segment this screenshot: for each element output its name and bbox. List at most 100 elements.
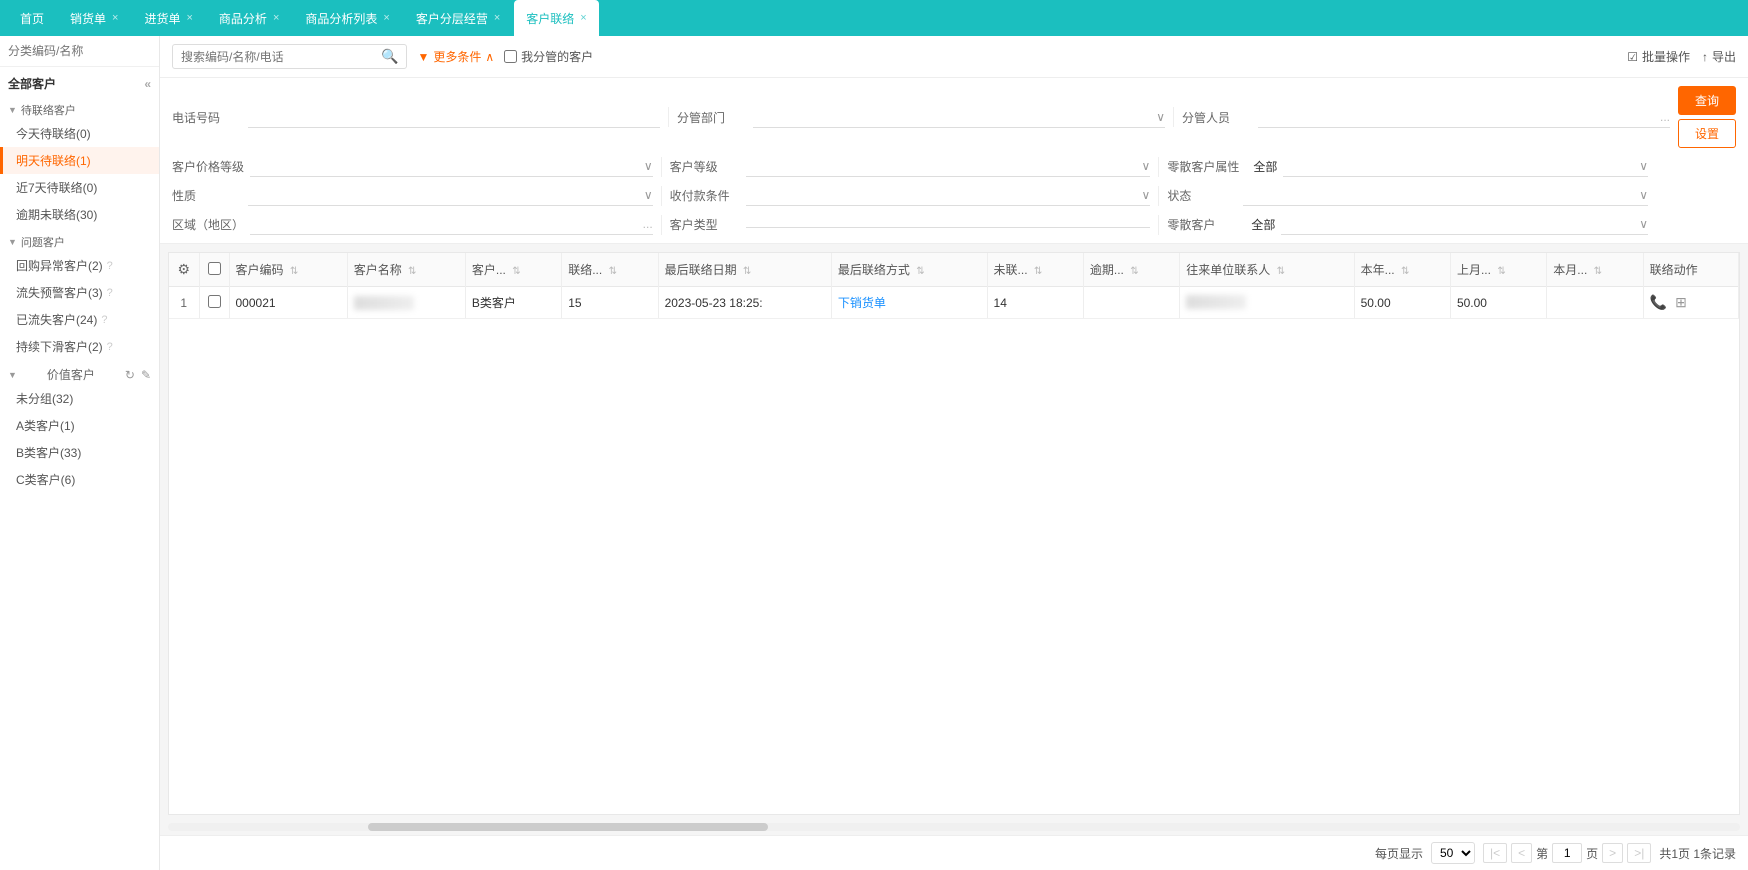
filter-retail-customer-select[interactable]: ∨ xyxy=(1281,214,1648,235)
collapse-icon[interactable]: « xyxy=(144,77,151,91)
edit-icon[interactable]: ✎ xyxy=(141,368,151,382)
search-input-wrap: 🔍 xyxy=(172,44,407,69)
sort-icon[interactable]: ⇅ xyxy=(1130,266,1138,277)
close-icon[interactable]: × xyxy=(112,12,118,24)
set-button[interactable]: 设置 xyxy=(1678,119,1736,148)
sidebar-item-repurchase-abnormal[interactable]: 回购异常客户(2) ? xyxy=(0,252,159,279)
filter-customer-type-select[interactable] xyxy=(746,221,1151,228)
close-icon[interactable]: × xyxy=(273,12,279,24)
page-nav: |< < 第 页 > >| xyxy=(1483,843,1651,863)
my-customer-checkbox-area: 我分管的客户 xyxy=(504,48,593,65)
th-overdue: 逾期... ⇅ xyxy=(1083,253,1179,287)
close-icon[interactable]: × xyxy=(580,12,586,24)
sidebar-item-ungrouped[interactable]: 未分组(32) xyxy=(0,385,159,412)
table-area: ⚙ 客户编码 ⇅ 客户名称 ⇅ xyxy=(168,252,1740,815)
filter-retail-attr-select[interactable]: ∨ xyxy=(1283,156,1648,177)
group-problem-customers: 问题客户 xyxy=(0,228,159,252)
table-body: 1 000021 Ea B类客户 15 2023-05-23 18:25: 下销… xyxy=(169,287,1739,319)
sort-icon[interactable]: ⇅ xyxy=(408,266,416,277)
query-button[interactable]: 查询 xyxy=(1678,86,1736,115)
prev-page-button[interactable]: < xyxy=(1511,843,1532,863)
close-icon[interactable]: × xyxy=(186,12,192,24)
search-input[interactable] xyxy=(181,50,381,64)
nav-product-analysis[interactable]: 商品分析 × xyxy=(207,0,291,36)
chevron-down-icon: ∨ xyxy=(1639,159,1648,173)
close-icon[interactable]: × xyxy=(494,12,500,24)
sort-icon[interactable]: ⇅ xyxy=(609,266,617,277)
sidebar-item-declining[interactable]: 持续下滑客户(2) ? xyxy=(0,333,159,360)
sidebar-item-overdue-contact[interactable]: 逾期未联络(30) xyxy=(0,201,159,228)
sort-icon[interactable]: ⇅ xyxy=(743,266,751,277)
th-customer-name: 客户名称 ⇅ xyxy=(347,253,465,287)
select-all-checkbox[interactable] xyxy=(208,262,221,275)
sort-icon[interactable]: ⇅ xyxy=(916,266,924,277)
nav-purchase-order[interactable]: 进货单 × xyxy=(132,0,204,36)
row-customer-name: Ea xyxy=(347,287,465,319)
grid-action-icon[interactable]: ⊞ xyxy=(1675,294,1687,311)
phone-action-icon[interactable]: 📞 xyxy=(1650,294,1667,311)
filter-phone-input[interactable] xyxy=(248,107,660,128)
row-contact-count: 15 xyxy=(562,287,658,319)
sidebar-item-class-b[interactable]: B类客户(33) xyxy=(0,439,159,466)
nav-product-analysis-list[interactable]: 商品分析列表 × xyxy=(293,0,401,36)
filter-dept-select[interactable]: ∨ xyxy=(753,107,1165,128)
more-filter-button[interactable]: ▼ 更多条件 ∧ xyxy=(417,48,494,65)
filter-customer-grade-select[interactable]: ∨ xyxy=(746,156,1151,177)
filter-price-grade-select[interactable]: ∨ xyxy=(250,156,653,177)
row-customer-type: B类客户 xyxy=(465,287,561,319)
table-row: 1 000021 Ea B类客户 15 2023-05-23 18:25: 下销… xyxy=(169,287,1739,319)
first-page-button[interactable]: |< xyxy=(1483,843,1507,863)
row-overdue xyxy=(1083,287,1179,319)
nav-customer-tier[interactable]: 客户分层经营 × xyxy=(404,0,512,36)
sidebar-search-input[interactable] xyxy=(8,44,160,58)
my-customer-checkbox[interactable] xyxy=(504,50,517,63)
filter-buttons: 查询 设置 xyxy=(1678,86,1736,148)
sidebar-item-class-c[interactable]: C类客户(6) xyxy=(0,466,159,493)
filter-person-select[interactable]: ... xyxy=(1258,107,1670,128)
scrollbar-thumb[interactable] xyxy=(368,823,768,831)
sort-icon[interactable]: ⇅ xyxy=(1277,266,1285,277)
last-contact-method-link[interactable]: 下销货单 xyxy=(838,296,886,310)
sort-icon[interactable]: ⇅ xyxy=(512,266,520,277)
settings-icon[interactable]: ⚙ xyxy=(177,261,190,277)
search-icon[interactable]: 🔍 xyxy=(381,48,398,65)
refresh-icon[interactable]: ↻ xyxy=(125,368,135,382)
sidebar-item-churned[interactable]: 已流失客户(24) ? xyxy=(0,306,159,333)
customer-name-blurred: Ea xyxy=(354,296,414,310)
main-layout: 🔍 全部客户 « 待联络客户 今天待联络(0) 明天待联络(1) 近7天待联络(… xyxy=(0,36,1748,870)
row-checkbox[interactable] xyxy=(208,295,221,308)
group-pending-contact: 待联络客户 xyxy=(0,96,159,120)
horizontal-scrollbar[interactable] xyxy=(168,823,1740,831)
sidebar-item-7days-contact[interactable]: 近7天待联络(0) xyxy=(0,174,159,201)
sort-icon[interactable]: ⇅ xyxy=(290,266,298,277)
row-last-contact-method: 下销货单 xyxy=(831,287,987,319)
nav-customer-contact[interactable]: 客户联络 × xyxy=(514,0,598,36)
batch-op-button[interactable]: ☑ 批量操作 xyxy=(1627,48,1690,65)
export-button[interactable]: ↑ 导出 xyxy=(1702,48,1736,65)
footer-right: 每页显示 50 |< < 第 页 > >| 共1页 1条记录 xyxy=(1375,842,1736,864)
th-uncontacted: 未联... ⇅ xyxy=(987,253,1083,287)
sidebar-item-churn-warning[interactable]: 流失预警客户(3) ? xyxy=(0,279,159,306)
help-icon: ? xyxy=(101,314,107,326)
sort-icon[interactable]: ⇅ xyxy=(1034,266,1042,277)
sidebar-item-tomorrow-contact[interactable]: 明天待联络(1) xyxy=(0,147,159,174)
filter-panel: 电话号码 分管部门 ∨ 分管人员 ... xyxy=(160,78,1748,244)
last-page-button[interactable]: >| xyxy=(1627,843,1651,863)
more-icon: ... xyxy=(1660,110,1670,124)
sort-icon[interactable]: ⇅ xyxy=(1401,266,1409,277)
sort-icon[interactable]: ⇅ xyxy=(1497,266,1505,277)
filter-region-select[interactable]: ... xyxy=(250,214,653,235)
filter-nature-select[interactable]: ∨ xyxy=(248,185,653,206)
sidebar-item-today-contact[interactable]: 今天待联络(0) xyxy=(0,120,159,147)
page-size-select[interactable]: 50 xyxy=(1431,842,1475,864)
filter-payment-select[interactable]: ∨ xyxy=(746,185,1151,206)
nav-home[interactable]: 首页 xyxy=(8,0,56,36)
sidebar-item-class-a[interactable]: A类客户(1) xyxy=(0,412,159,439)
sort-icon[interactable]: ⇅ xyxy=(1594,266,1602,277)
nav-sales-order[interactable]: 销货单 × xyxy=(58,0,130,36)
next-page-button[interactable]: > xyxy=(1602,843,1623,863)
filter-status-select[interactable]: ∨ xyxy=(1243,185,1648,206)
page-input[interactable] xyxy=(1552,843,1582,863)
export-icon: ↑ xyxy=(1702,50,1708,64)
close-icon[interactable]: × xyxy=(383,12,389,24)
